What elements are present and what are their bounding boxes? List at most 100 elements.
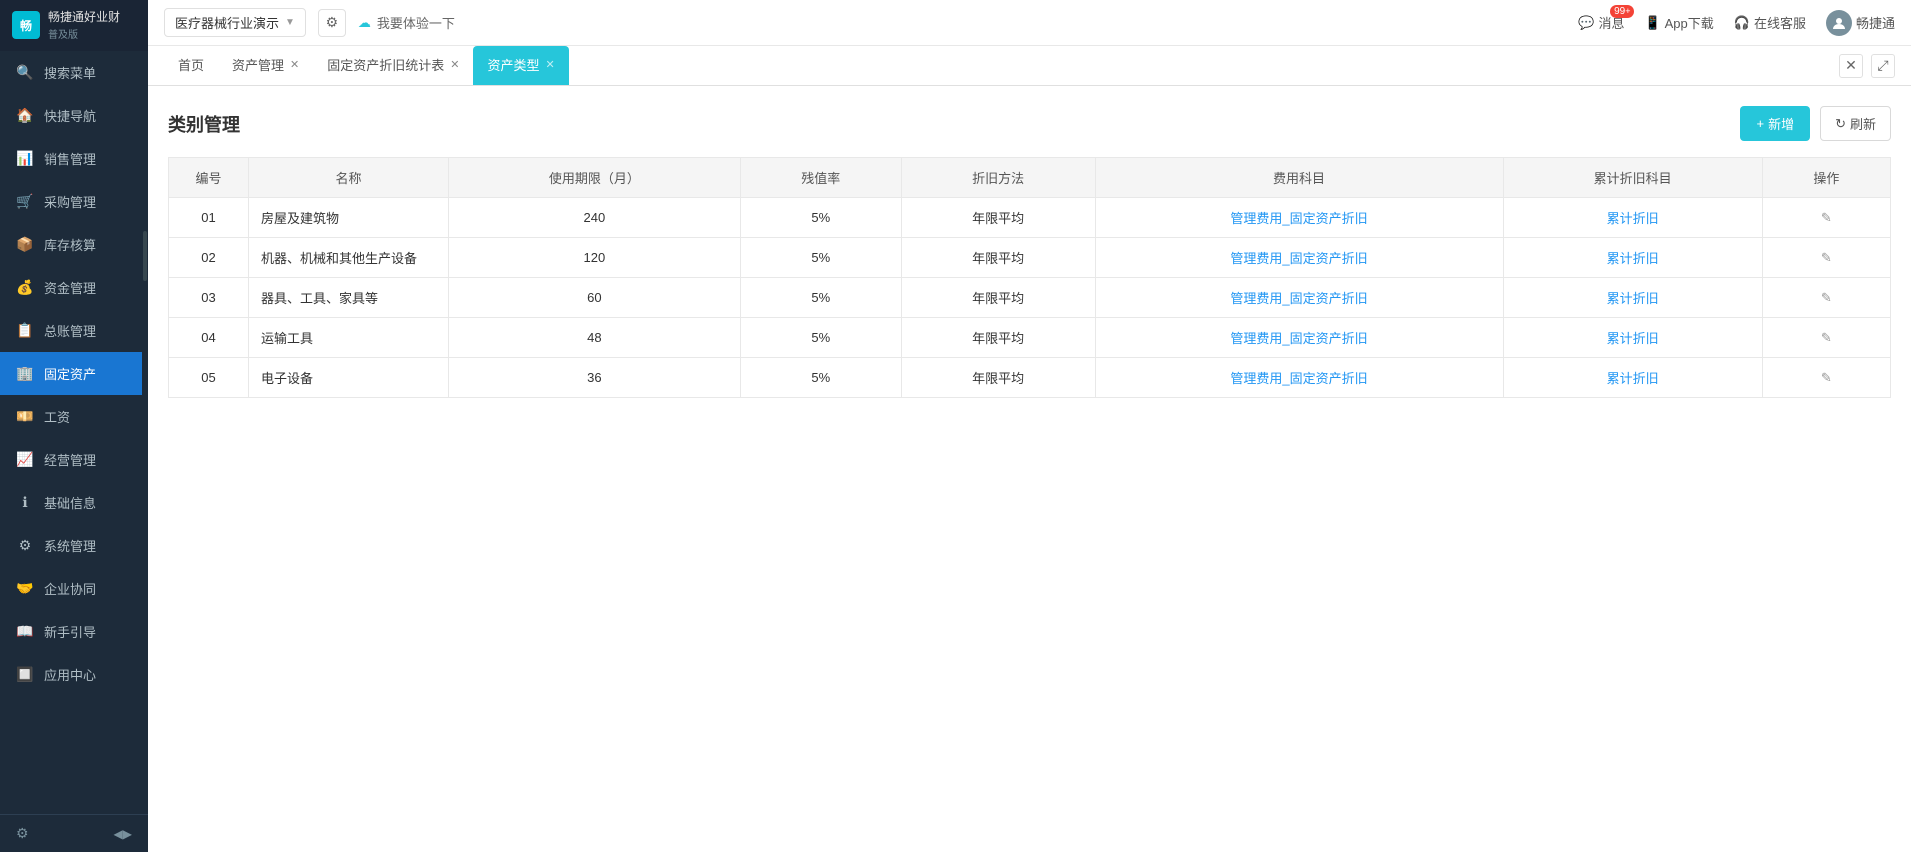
sidebar-nav: 🔍 搜索菜单 🏠 快捷导航 📊 销售管理 🛒 采购管理 📦 库存核算 💰 资金管… (0, 51, 142, 814)
close-window-button[interactable]: ✕ (1839, 54, 1863, 78)
sidebar-item-总账管理[interactable]: 📋 总账管理 (0, 309, 142, 352)
sidebar-item-快捷导航[interactable]: 🏠 快捷导航 (0, 94, 142, 137)
cell-cost-subject: 管理费用_固定资产折旧 (1095, 238, 1503, 278)
add-button[interactable]: + 新增 (1740, 106, 1810, 141)
sidebar-item-采购管理[interactable]: 🛒 采购管理 (0, 180, 142, 223)
edit-icon[interactable]: ✎ (1821, 330, 1832, 345)
app-download-icon: 📱 (1644, 15, 1660, 31)
nav-label: 工资 (44, 407, 70, 426)
table-row: 05 电子设备 36 5% 年限平均 管理费用_固定资产折旧 累计折旧 ✎ (169, 358, 1891, 398)
nav-icon: 💰 (16, 278, 34, 296)
edit-icon[interactable]: ✎ (1821, 210, 1832, 225)
sidebar-footer: ⚙ ◀▶ (0, 814, 148, 852)
message-button[interactable]: 💬 消息 99+ (1578, 13, 1624, 32)
cell-method: 年限平均 (901, 358, 1095, 398)
category-table: 编号 名称 使用期限（月） 残值率 折旧方法 费用科目 累计折旧科目 操作 01… (168, 157, 1891, 398)
tab-asset-type[interactable]: 资产类型 ✕ (473, 46, 568, 85)
sidebar-item-资金管理[interactable]: 💰 资金管理 (0, 266, 142, 309)
sidebar-item-企业协同[interactable]: 🤝 企业协同 (0, 567, 142, 610)
sidebar-item-新手引导[interactable]: 📖 新手引导 (0, 610, 142, 653)
experience-label: 我要体验一下 (377, 13, 455, 32)
refresh-label: 刷新 (1850, 114, 1876, 133)
app-logo-icon: 畅 (12, 11, 40, 39)
cell-cost-subject: 管理费用_固定资产折旧 (1095, 278, 1503, 318)
cell-period: 48 (449, 318, 741, 358)
sidebar-collapse-icon[interactable]: ◀▶ (114, 827, 132, 841)
sidebar-item-销售管理[interactable]: 📊 销售管理 (0, 137, 142, 180)
cell-accum-subject: 累计折旧 (1503, 198, 1762, 238)
maximize-window-button[interactable]: ⤢ (1871, 54, 1895, 78)
cell-action[interactable]: ✎ (1762, 278, 1890, 318)
avatar (1826, 10, 1852, 36)
nav-label: 基础信息 (44, 493, 96, 512)
nav-label: 新手引导 (44, 622, 96, 641)
nav-label: 库存核算 (44, 235, 96, 254)
customer-service-button[interactable]: 🎧 在线客服 (1734, 13, 1806, 32)
nav-label: 经营管理 (44, 450, 96, 469)
user-label: 畅捷通 (1856, 13, 1895, 32)
tab-asset-management-label: 资产管理 (232, 55, 284, 74)
sidebar-item-搜索菜单[interactable]: 🔍 搜索菜单 (0, 51, 142, 94)
cell-period: 36 (449, 358, 741, 398)
customer-service-label: 在线客服 (1754, 13, 1806, 32)
tab-home[interactable]: 首页 (164, 46, 218, 85)
cell-id: 05 (169, 358, 249, 398)
nav-icon: 💴 (16, 407, 34, 425)
sidebar-item-工资[interactable]: 💴 工资 (0, 395, 142, 438)
tab-asset-type-close[interactable]: ✕ (546, 58, 555, 71)
tab-asset-management-close[interactable]: ✕ (290, 58, 299, 71)
app-selector-label: 医疗器械行业演示 (175, 13, 279, 32)
app-download-button[interactable]: 📱 App下载 (1644, 13, 1713, 32)
cell-cost-subject: 管理费用_固定资产折旧 (1095, 358, 1503, 398)
cell-action[interactable]: ✎ (1762, 198, 1890, 238)
nav-label: 搜索菜单 (44, 63, 96, 82)
cell-name: 电子设备 (249, 358, 449, 398)
cell-id: 02 (169, 238, 249, 278)
cell-cost-subject: 管理费用_固定资产折旧 (1095, 318, 1503, 358)
tab-depreciation-report[interactable]: 固定资产折旧统计表 ✕ (313, 46, 473, 85)
cell-action[interactable]: ✎ (1762, 318, 1890, 358)
cell-id: 04 (169, 318, 249, 358)
nav-label: 采购管理 (44, 192, 96, 211)
nav-label: 快捷导航 (44, 106, 96, 125)
message-badge: 99+ (1610, 5, 1634, 18)
col-header-id: 编号 (169, 158, 249, 198)
cell-residual: 5% (740, 278, 901, 318)
cell-cost-subject: 管理费用_固定资产折旧 (1095, 198, 1503, 238)
page-header: 类别管理 + 新增 ↻ 刷新 (168, 106, 1891, 141)
topbar-settings-icon[interactable]: ⚙ (318, 9, 346, 37)
app-selector[interactable]: 医疗器械行业演示 ▼ (164, 8, 306, 37)
sidebar-item-系统管理[interactable]: ⚙ 系统管理 (0, 524, 142, 567)
app-name: 畅捷通好业财 (48, 10, 120, 26)
cloud-icon: ☁ (358, 15, 371, 31)
tab-asset-management[interactable]: 资产管理 ✕ (218, 46, 313, 85)
nav-label: 总账管理 (44, 321, 96, 340)
sidebar-item-库存核算[interactable]: 📦 库存核算 (0, 223, 142, 266)
window-controls: ✕ ⤢ (1839, 54, 1895, 78)
cell-accum-subject: 累计折旧 (1503, 318, 1762, 358)
cell-method: 年限平均 (901, 278, 1095, 318)
col-header-action: 操作 (1762, 158, 1890, 198)
cell-action[interactable]: ✎ (1762, 358, 1890, 398)
nav-icon: 📈 (16, 450, 34, 468)
col-header-accum-subject: 累计折旧科目 (1503, 158, 1762, 198)
sidebar-item-应用中心[interactable]: 🔲 应用中心 (0, 653, 142, 696)
sidebar-item-经营管理[interactable]: 📈 经营管理 (0, 438, 142, 481)
add-label: 新增 (1768, 114, 1794, 133)
edit-icon[interactable]: ✎ (1821, 370, 1832, 385)
table-row: 02 机器、机械和其他生产设备 120 5% 年限平均 管理费用_固定资产折旧 … (169, 238, 1891, 278)
sidebar-item-基础信息[interactable]: ℹ 基础信息 (0, 481, 142, 524)
edit-icon[interactable]: ✎ (1821, 250, 1832, 265)
topbar-experience[interactable]: ☁ 我要体验一下 (358, 13, 455, 32)
cell-action[interactable]: ✎ (1762, 238, 1890, 278)
user-profile[interactable]: 畅捷通 (1826, 10, 1895, 36)
tab-depreciation-report-close[interactable]: ✕ (450, 58, 459, 71)
edit-icon[interactable]: ✎ (1821, 290, 1832, 305)
customer-service-icon: 🎧 (1734, 15, 1750, 31)
sidebar-settings-icon[interactable]: ⚙ (16, 825, 29, 842)
cell-method: 年限平均 (901, 198, 1095, 238)
cell-period: 240 (449, 198, 741, 238)
refresh-button[interactable]: ↻ 刷新 (1820, 106, 1891, 141)
sidebar-item-固定资产[interactable]: 🏢 固定资产 (0, 352, 142, 395)
main-area: 医疗器械行业演示 ▼ ⚙ ☁ 我要体验一下 💬 消息 99+ 📱 App下载 🎧… (148, 0, 1911, 852)
